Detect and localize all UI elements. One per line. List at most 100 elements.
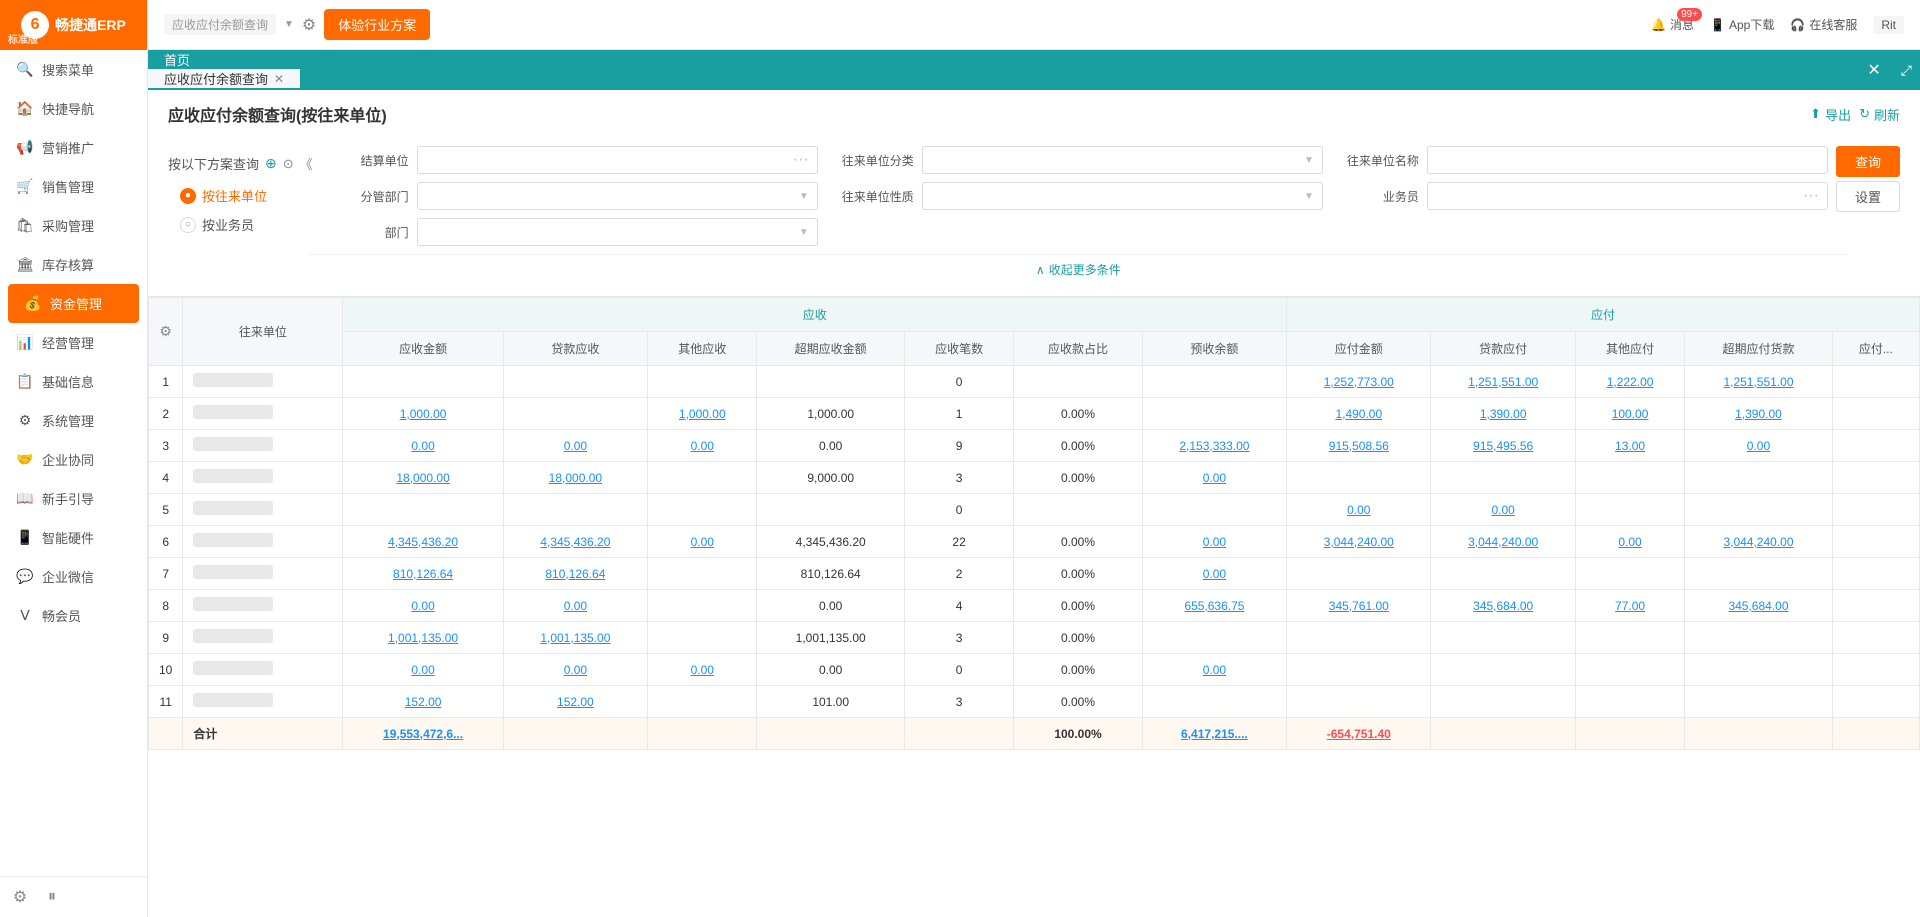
field-input-wldwfl[interactable]: ▼	[922, 146, 1323, 174]
settings-icon[interactable]: ⚙	[8, 885, 32, 909]
sidebar-item-finance[interactable]: 💰 资金管理	[8, 284, 139, 323]
sidebar-item-sales[interactable]: 🛒 销售管理	[0, 167, 147, 206]
cell-row9-col4[interactable]: 0.00	[648, 654, 757, 686]
tab-close-window-btn[interactable]: ✕	[1855, 50, 1892, 90]
field-input-wldwxz[interactable]: ▼	[922, 182, 1323, 210]
sidebar-item-operations[interactable]: 📊 经营管理	[0, 323, 147, 362]
breadcrumb-dropdown-icon[interactable]: ▼	[284, 19, 294, 30]
cell-row5-col11[interactable]: 0.00	[1575, 526, 1684, 558]
cell-row7-col8[interactable]: 655,636.75	[1142, 590, 1286, 622]
cell-row4-col10[interactable]: 0.00	[1431, 494, 1575, 526]
query-type-1[interactable]: ○ 按业务员	[168, 210, 313, 239]
cell-row8-col2[interactable]: 1,001,135.00	[343, 622, 503, 654]
filter-add-btn[interactable]: ⊕	[265, 155, 277, 172]
total-payable-amt[interactable]: -654,751.40	[1287, 718, 1431, 750]
cell-row5-col4[interactable]: 0.00	[648, 526, 757, 558]
field-input-ywy[interactable]: ···	[1427, 182, 1828, 210]
cell-row2-col4[interactable]: 0.00	[648, 430, 757, 462]
cell-row2-col8[interactable]: 2,153,333.00	[1142, 430, 1286, 462]
cell-row2-col3[interactable]: 0.00	[503, 430, 647, 462]
cell-row2-col11[interactable]: 13.00	[1575, 430, 1684, 462]
cell-row5-col2[interactable]: 4,345,436.20	[343, 526, 503, 558]
cell-row6-col3[interactable]: 810,126.64	[503, 558, 647, 590]
collapse-icon[interactable]: ⏸	[40, 885, 64, 909]
cell-row0-col11[interactable]: 1,222.00	[1575, 366, 1684, 398]
sidebar-item-marketing[interactable]: 📢 营销推广	[0, 128, 147, 167]
cell-row8-col3[interactable]: 1,001,135.00	[503, 622, 647, 654]
cell-row2-col9[interactable]: 915,508.56	[1287, 430, 1431, 462]
sidebar-item-hardware[interactable]: 📱 智能硬件	[0, 518, 147, 557]
export-btn[interactable]: ⬆ 导出	[1810, 105, 1851, 124]
cell-row5-col3[interactable]: 4,345,436.20	[503, 526, 647, 558]
cell-row3-col2[interactable]: 18,000.00	[343, 462, 503, 494]
cell-row1-col11[interactable]: 100.00	[1575, 398, 1684, 430]
cell-row7-col4	[648, 590, 757, 622]
total-advance-balance[interactable]: 6,417,215....	[1142, 718, 1286, 750]
cell-row3-col3[interactable]: 18,000.00	[503, 462, 647, 494]
cell-row5-col10[interactable]: 3,044,240.00	[1431, 526, 1575, 558]
query-type-0[interactable]: ● 按往来单位	[168, 181, 313, 210]
sidebar-item-quick[interactable]: 🏠 快捷导航	[0, 89, 147, 128]
service-btn[interactable]: 🎧 在线客服	[1790, 16, 1857, 33]
cell-row5-col8[interactable]: 0.00	[1142, 526, 1286, 558]
cell-row0-col10[interactable]: 1,251,551.00	[1431, 366, 1575, 398]
query-button[interactable]: 查询	[1836, 146, 1900, 177]
cell-row7-col10[interactable]: 345,684.00	[1431, 590, 1575, 622]
sidebar-item-search[interactable]: 🔍 搜索菜单	[0, 50, 147, 89]
cell-row2-col10[interactable]: 915,495.56	[1431, 430, 1575, 462]
total-receivable-amt[interactable]: 19,553,472,6...	[343, 718, 503, 750]
cell-row2-col2[interactable]: 0.00	[343, 430, 503, 462]
cell-row1-col10[interactable]: 1,390.00	[1431, 398, 1575, 430]
sidebar-item-member[interactable]: Ⅴ 畅会员	[0, 596, 147, 635]
field-input-fgbm[interactable]: ▼	[417, 182, 818, 210]
sidebar-item-guide[interactable]: 📖 新手引导	[0, 479, 147, 518]
sidebar-item-wechat[interactable]: 💬 企业微信	[0, 557, 147, 596]
sidebar-item-purchase[interactable]: 🛍 采购管理	[0, 206, 147, 245]
field-input-wldwmc[interactable]	[1427, 146, 1828, 174]
sidebar-item-collab[interactable]: 🤝 企业协同	[0, 440, 147, 479]
field-input-jsdw[interactable]: ···	[417, 146, 818, 174]
cell-row2-col12[interactable]: 0.00	[1685, 430, 1832, 462]
cell-row7-col3[interactable]: 0.00	[503, 590, 647, 622]
sidebar-item-system[interactable]: ⚙ 系统管理	[0, 401, 147, 440]
collapse-conditions-btn[interactable]: ∧ 收起更多条件	[309, 254, 1848, 284]
header-gear-icon[interactable]: ⚙	[302, 15, 316, 35]
filter-settings-btn[interactable]: ⊙	[283, 156, 294, 172]
filter-collapse-btn[interactable]: 《	[300, 154, 313, 173]
cell-row3-col8[interactable]: 0.00	[1142, 462, 1286, 494]
cell-row7-col2[interactable]: 0.00	[343, 590, 503, 622]
promo-button[interactable]: 体验行业方案	[324, 9, 430, 40]
table-settings-icon[interactable]: ⚙	[159, 323, 172, 339]
cell-row1-col4[interactable]: 1,000.00	[648, 398, 757, 430]
notifications-btn[interactable]: 🔔 消息 99+	[1651, 16, 1694, 33]
tab-home[interactable]: 首页	[148, 50, 300, 69]
refresh-btn[interactable]: ↻ 刷新	[1859, 105, 1900, 124]
cell-row6-col8[interactable]: 0.00	[1142, 558, 1286, 590]
cell-row5-col12[interactable]: 3,044,240.00	[1685, 526, 1832, 558]
cell-row1-col9[interactable]: 1,490.00	[1287, 398, 1431, 430]
download-btn[interactable]: 📱 App下载	[1710, 16, 1774, 33]
cell-row10-col3[interactable]: 152.00	[503, 686, 647, 718]
cell-row9-col8[interactable]: 0.00	[1142, 654, 1286, 686]
sidebar-item-inventory[interactable]: 🏛 库存核算	[0, 245, 147, 284]
user-profile[interactable]: Rit	[1873, 16, 1904, 34]
cell-row1-col12[interactable]: 1,390.00	[1685, 398, 1832, 430]
cell-row7-col12[interactable]: 345,684.00	[1685, 590, 1832, 622]
cell-row4-col9[interactable]: 0.00	[1287, 494, 1431, 526]
cell-row1-col2[interactable]: 1,000.00	[343, 398, 503, 430]
cell-row9-col3[interactable]: 0.00	[503, 654, 647, 686]
cell-row7-col11[interactable]: 77.00	[1575, 590, 1684, 622]
tab-expand-btn[interactable]: ⤢	[1893, 50, 1920, 90]
cell-row9-col2[interactable]: 0.00	[343, 654, 503, 686]
cell-row0-col9[interactable]: 1,252,773.00	[1287, 366, 1431, 398]
tab-close-balance[interactable]: ✕	[274, 72, 284, 86]
settings-button[interactable]: 设置	[1836, 181, 1900, 212]
cell-row0-col12[interactable]: 1,251,551.00	[1685, 366, 1832, 398]
tab-balance[interactable]: 应收应付余额查询✕	[148, 69, 300, 88]
cell-row7-col9[interactable]: 345,761.00	[1287, 590, 1431, 622]
sidebar-item-basic[interactable]: 📋 基础信息	[0, 362, 147, 401]
cell-row6-col2[interactable]: 810,126.64	[343, 558, 503, 590]
cell-row5-col9[interactable]: 3,044,240.00	[1287, 526, 1431, 558]
cell-row10-col2[interactable]: 152.00	[343, 686, 503, 718]
field-input-bm[interactable]: ▼	[417, 218, 818, 246]
